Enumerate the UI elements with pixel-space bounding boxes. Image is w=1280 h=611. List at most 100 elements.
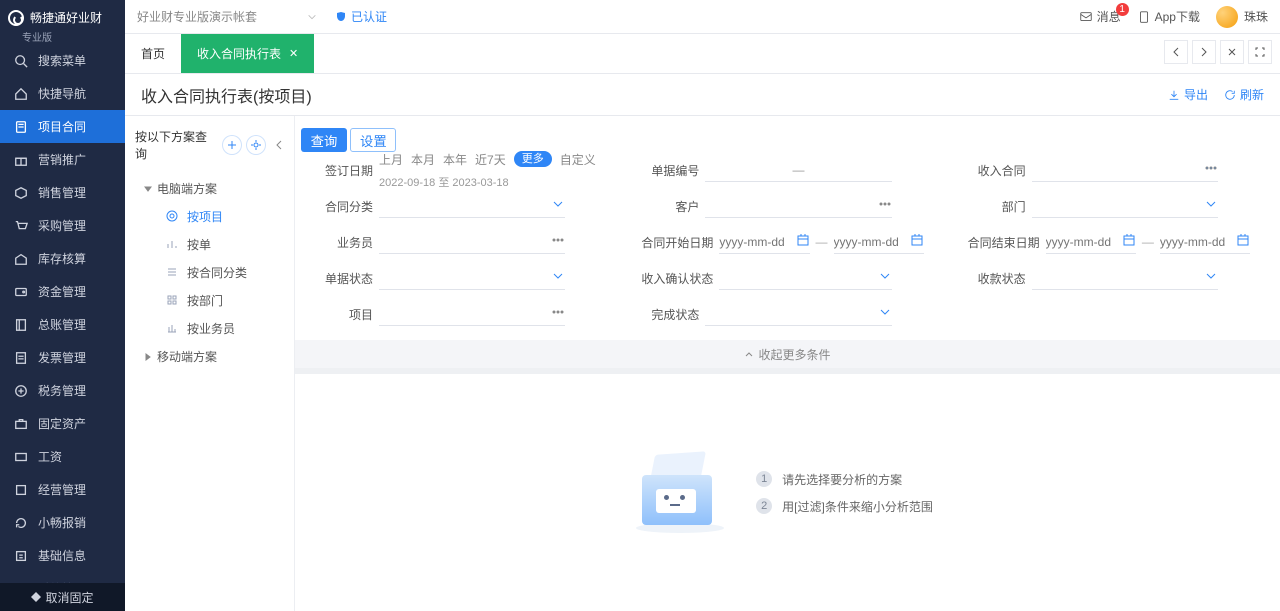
close-icon[interactable]: ✕: [289, 47, 298, 60]
scheme-by-project[interactable]: 按项目: [125, 202, 294, 230]
settings-button[interactable]: 设置: [350, 128, 396, 152]
scheme-settings-button[interactable]: [246, 135, 266, 155]
nav-sales[interactable]: 销售管理: [0, 176, 125, 209]
filter-area: 查询 设置 签订日期 上月 本月 本年 近7天 更多: [295, 116, 1280, 611]
calendar-icon[interactable]: [910, 233, 924, 250]
top-bar: 好业财专业版演示帐套 已认证 消息 1 App下载 珠珠: [125, 0, 1280, 34]
bars-icon: [165, 237, 179, 251]
scheme-by-dept[interactable]: 按部门: [125, 286, 294, 314]
nav-base[interactable]: 基础信息: [0, 539, 125, 572]
chevron-down-icon[interactable]: [878, 305, 892, 322]
brand-name: 畅捷通好业财: [30, 9, 102, 26]
scheme-panel: 按以下方案查询 电脑端方案 按项目 按单 按合同分类 按部门 按业务员: [125, 116, 295, 611]
tabs-next-button[interactable]: [1192, 40, 1216, 64]
app-download-button[interactable]: App下载: [1137, 8, 1200, 25]
filter-finish-status: 完成状态: [627, 296, 935, 332]
unpin-button[interactable]: 取消固定: [0, 583, 125, 611]
chart-icon: [165, 321, 179, 335]
wallet-icon: [14, 285, 28, 299]
nav-biz[interactable]: 经营管理: [0, 473, 125, 506]
chevron-down-icon[interactable]: [1204, 269, 1218, 286]
scheme-group-mobile[interactable]: 移动端方案: [125, 342, 294, 370]
grid-icon: [165, 293, 179, 307]
empty-step-2: 2用[过滤]条件来缩小分析范围: [756, 498, 933, 515]
tabs-fullscreen-button[interactable]: [1248, 40, 1272, 64]
page-title: 收入合同执行表(按项目): [141, 83, 312, 107]
refresh-button[interactable]: 刷新: [1224, 86, 1264, 103]
tabs-prev-button[interactable]: [1164, 40, 1188, 64]
nav-fund[interactable]: 资金管理: [0, 275, 125, 308]
nav-invoice[interactable]: 发票管理: [0, 341, 125, 374]
filter-receipt-status: 收款状态: [954, 260, 1262, 296]
page-header: 收入合同执行表(按项目) 导出 刷新: [125, 74, 1280, 116]
nav-contract[interactable]: 项目合同: [0, 110, 125, 143]
chevron-down-icon[interactable]: [1204, 197, 1218, 214]
nav-report[interactable]: 小畅报销: [0, 506, 125, 539]
nav-inventory[interactable]: 库存核算: [0, 242, 125, 275]
preset-thisyear[interactable]: 本年: [443, 151, 467, 168]
more-icon[interactable]: [551, 305, 565, 322]
nav-asset[interactable]: 固定资产: [0, 407, 125, 440]
nav-gl[interactable]: 总账管理: [0, 308, 125, 341]
chevron-down-icon[interactable]: [551, 197, 565, 214]
salary-icon: [14, 450, 28, 464]
scheme-by-order[interactable]: 按单: [125, 230, 294, 258]
avatar-icon: [1216, 6, 1238, 28]
phone-icon: [1137, 10, 1151, 24]
nav-quick[interactable]: 快捷导航: [0, 77, 125, 110]
nav-tax[interactable]: 税务管理: [0, 374, 125, 407]
tabs-close-button[interactable]: [1220, 40, 1244, 64]
preset-lastmonth[interactable]: 上月: [379, 151, 403, 168]
messages-button[interactable]: 消息 1: [1079, 8, 1121, 25]
ledger-icon: [14, 318, 28, 332]
more-icon[interactable]: [551, 233, 565, 250]
empty-step-1: 1请先选择要分析的方案: [756, 471, 933, 488]
filter-start-date: 合同开始日期 —: [627, 224, 935, 260]
verified-badge: 已认证: [335, 8, 387, 25]
nav-sys[interactable]: 系统管理: [0, 572, 125, 583]
chevron-down-icon[interactable]: [551, 269, 565, 286]
preset-thismonth[interactable]: 本月: [411, 151, 435, 168]
calendar-icon[interactable]: [1122, 233, 1136, 250]
preset-7days[interactable]: 近7天: [475, 151, 506, 168]
preset-custom[interactable]: 自定义: [560, 151, 596, 168]
nav-search[interactable]: 搜索菜单: [0, 44, 125, 77]
more-icon[interactable]: [878, 197, 892, 214]
user-menu[interactable]: 珠珠: [1216, 6, 1268, 28]
invoice-icon: [14, 351, 28, 365]
nav-marketing[interactable]: 营销推广: [0, 143, 125, 176]
collapse-filters-button[interactable]: 收起更多条件: [295, 340, 1280, 368]
empty-state: 1请先选择要分析的方案 2用[过滤]条件来缩小分析范围: [295, 374, 1280, 611]
cube-icon: [14, 186, 28, 200]
calendar-icon[interactable]: [1236, 233, 1250, 250]
chevron-down-icon: [307, 12, 317, 22]
scheme-by-category[interactable]: 按合同分类: [125, 258, 294, 286]
shield-icon: [335, 11, 347, 23]
scheme-group-desktop[interactable]: 电脑端方案: [125, 174, 294, 202]
scheme-by-owner[interactable]: 按业务员: [125, 314, 294, 342]
scheme-collapse-button[interactable]: [272, 138, 286, 152]
chevron-down-icon[interactable]: [878, 269, 892, 286]
add-scheme-button[interactable]: [222, 135, 242, 155]
tab-active[interactable]: 收入合同执行表 ✕: [181, 34, 314, 73]
filter-income: 收入合同: [954, 152, 1262, 188]
filter-project: 项目: [301, 296, 609, 332]
tab-home[interactable]: 首页: [125, 34, 181, 73]
brand-logo-icon: [8, 10, 24, 26]
page-tabs: 首页 收入合同执行表 ✕: [125, 34, 1280, 74]
export-button[interactable]: 导出: [1168, 86, 1208, 103]
info-icon: [14, 549, 28, 563]
query-button[interactable]: 查询: [301, 128, 347, 152]
tenant-selector[interactable]: 好业财专业版演示帐套: [137, 8, 317, 25]
nav-purchase[interactable]: 采购管理: [0, 209, 125, 242]
chevron-up-icon: [744, 349, 754, 359]
calendar-icon[interactable]: [796, 233, 810, 250]
scheme-header: 按以下方案查询: [135, 128, 218, 162]
more-icon[interactable]: [1204, 161, 1218, 178]
warehouse-icon: [14, 252, 28, 266]
cart-icon: [14, 219, 28, 233]
nav-salary[interactable]: 工资: [0, 440, 125, 473]
preset-more[interactable]: 更多: [514, 151, 552, 167]
empty-illustration-icon: [642, 453, 732, 533]
home-icon: [14, 87, 28, 101]
